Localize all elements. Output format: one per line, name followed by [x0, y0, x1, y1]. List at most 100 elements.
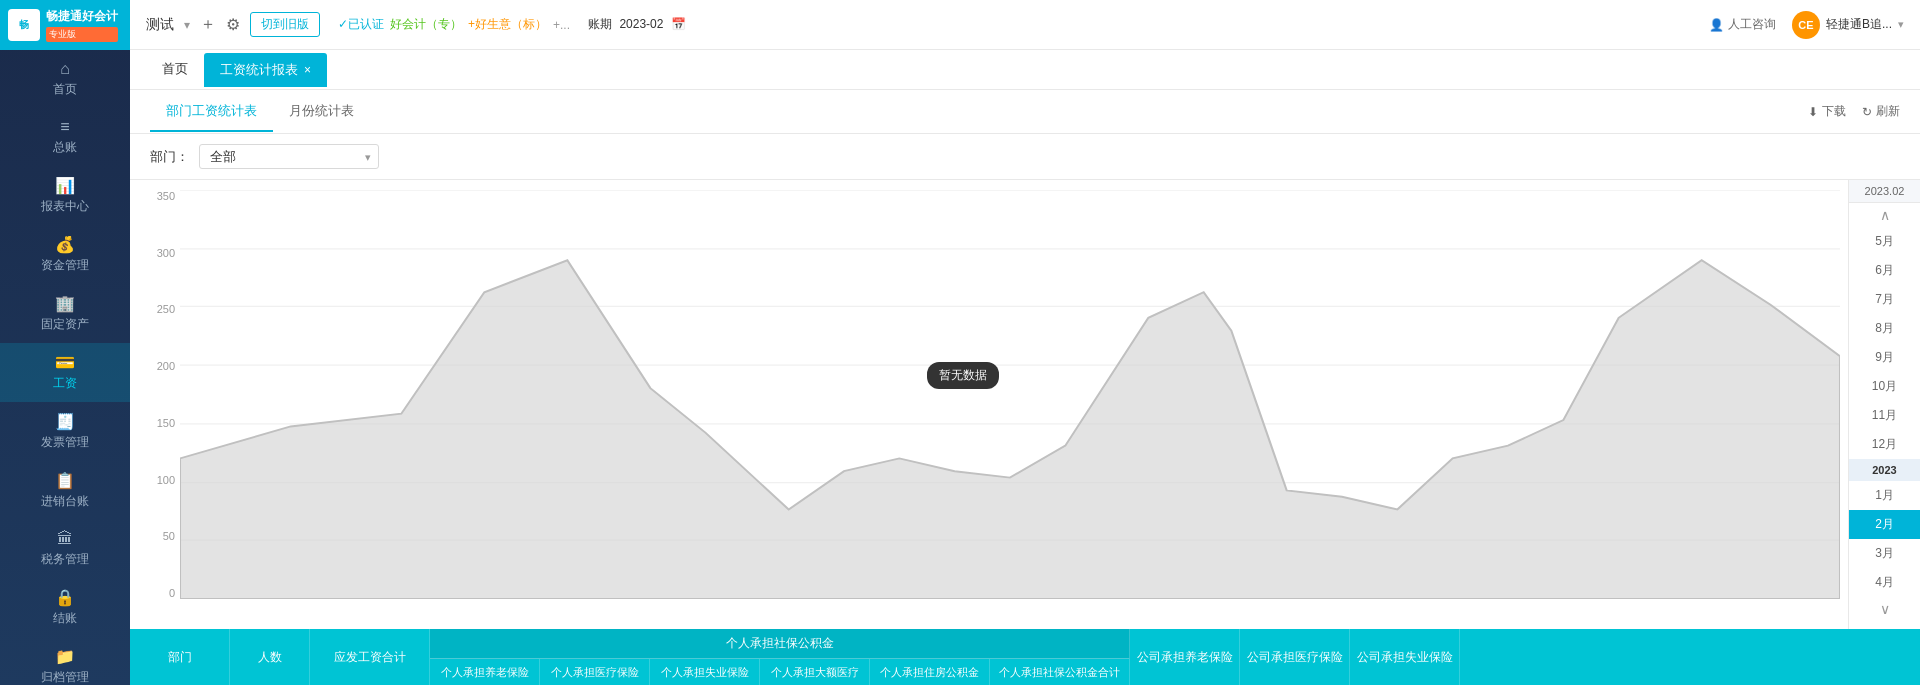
switch-old-version-button[interactable]: 切到旧版: [250, 12, 320, 37]
date-month-11[interactable]: 11月: [1849, 401, 1920, 430]
app-logo: 畅 畅捷通好会计 专业版: [0, 0, 130, 50]
date-month-12[interactable]: 12月: [1849, 430, 1920, 459]
topbar-status: ✓已认证 好会计（专） +好生意（标） +...: [338, 16, 570, 33]
date-panel-prev[interactable]: ∧: [1849, 203, 1920, 227]
tab-salary-report[interactable]: 工资统计报表 ×: [204, 53, 327, 87]
y-label-50: 50: [140, 530, 175, 542]
filter-row: 部门： 全部 部门1 部门2 ▾: [130, 134, 1920, 180]
sidebar-item-funds[interactable]: 💰 资金管理: [0, 225, 130, 284]
col-count: 人数: [230, 629, 310, 685]
tab-dept-salary[interactable]: 部门工资统计表: [150, 92, 273, 132]
ledger-icon: ≡: [60, 118, 69, 136]
date-month-9[interactable]: 9月: [1849, 343, 1920, 372]
date-panel-next[interactable]: ∨: [1849, 597, 1920, 621]
col-major-medical-personal: 个人承担大额医疗: [760, 659, 870, 685]
download-button[interactable]: ⬇ 下载: [1808, 103, 1846, 120]
help-icon: 👤: [1709, 18, 1724, 32]
sidebar-nav: ⌂ 首页 ≡ 总账 📊 报表中心 💰 资金管理 🏢 固定资产 💳 工资 🧾 发票…: [0, 50, 130, 685]
col-unemployment-company: 公司承担失业保险: [1350, 629, 1460, 685]
sidebar-item-ledger[interactable]: ≡ 总账: [0, 108, 130, 166]
sidebar-item-sales[interactable]: 📋 进销台账: [0, 461, 130, 520]
help-button[interactable]: 👤 人工咨询: [1709, 16, 1776, 33]
topbar-add-button[interactable]: ＋: [200, 14, 216, 35]
col-unemployment-personal: 个人承担失业保险: [650, 659, 760, 685]
sidebar-item-reports[interactable]: 📊 报表中心: [0, 166, 130, 225]
col-medical-company: 公司承担医疗保险: [1240, 629, 1350, 685]
home-icon: ⌂: [60, 60, 70, 78]
tab-close-button[interactable]: ×: [304, 63, 311, 77]
tab-bar: 首页 工资统计报表 ×: [130, 50, 1920, 90]
date-month-7[interactable]: 7月: [1849, 285, 1920, 314]
y-label-250: 250: [140, 303, 175, 315]
date-panel[interactable]: 2023.02 ∧ 5月 6月 7月 8月 9月 10月 11月 12月 202…: [1848, 180, 1920, 629]
date-month-8[interactable]: 8月: [1849, 314, 1920, 343]
invoice-icon: 🧾: [55, 412, 75, 431]
calendar-icon[interactable]: 📅: [671, 17, 686, 31]
closing-icon: 🔒: [55, 588, 75, 607]
area-chart: [180, 190, 1840, 599]
sub-tab-bar: 部门工资统计表 月份统计表 ⬇ 下载 ↻ 刷新: [130, 90, 1920, 134]
user-menu[interactable]: CE 轻捷通B追... ▾: [1792, 11, 1904, 39]
date-month-4[interactable]: 4月: [1849, 568, 1920, 597]
date-month-6[interactable]: 6月: [1849, 256, 1920, 285]
chart-svg-container: 暂无数据: [180, 190, 1840, 599]
period-label: 账期 2023-02 📅: [588, 16, 686, 33]
y-label-100: 100: [140, 474, 175, 486]
more-status: +...: [553, 18, 570, 32]
tab-home[interactable]: 首页: [146, 52, 204, 88]
date-month-1[interactable]: 1月: [1849, 481, 1920, 510]
col-dept: 部门: [130, 629, 230, 685]
y-axis: 0 50 100 150 200 250 300 350: [140, 190, 175, 599]
download-icon: ⬇: [1808, 105, 1818, 119]
good-biz-status: +好生意（标）: [468, 16, 547, 33]
sidebar-item-invoice[interactable]: 🧾 发票管理: [0, 402, 130, 461]
refresh-button[interactable]: ↻ 刷新: [1862, 103, 1900, 120]
chart-area: 0 50 100 150 200 250 300 350: [130, 180, 1920, 629]
assets-icon: 🏢: [55, 294, 75, 313]
topbar: 测试 ▾ ＋ ⚙ 切到旧版 ✓已认证 好会计（专） +好生意（标） +... 账…: [130, 0, 1920, 50]
logo-icon: 畅: [8, 9, 40, 41]
col-group-social: 个人承担社保公积金 个人承担养老保险 个人承担医疗保险 个人承担失业保险 个人承…: [430, 629, 1130, 685]
date-month-10[interactable]: 10月: [1849, 372, 1920, 401]
good-accounting-status: 好会计（专）: [390, 16, 462, 33]
topbar-dropdown-arrow[interactable]: ▾: [184, 18, 190, 32]
date-month-5[interactable]: 5月: [1849, 227, 1920, 256]
col-total-personal: 个人承担社保公积金合计: [990, 659, 1130, 685]
archive-icon: 📁: [55, 647, 75, 666]
certified-status: ✓已认证: [338, 16, 384, 33]
funds-icon: 💰: [55, 235, 75, 254]
topbar-settings-button[interactable]: ⚙: [226, 15, 240, 34]
sidebar-item-tax[interactable]: 🏛 税务管理: [0, 520, 130, 578]
sidebar: 畅 畅捷通好会计 专业版 ⌂ 首页 ≡ 总账 📊 报表中心 💰 资金管理 🏢 固…: [0, 0, 130, 685]
tab-monthly-salary[interactable]: 月份统计表: [273, 92, 370, 132]
main-area: 测试 ▾ ＋ ⚙ 切到旧版 ✓已认证 好会计（专） +好生意（标） +... 账…: [130, 0, 1920, 685]
reports-icon: 📊: [55, 176, 75, 195]
page-content: 部门工资统计表 月份统计表 ⬇ 下载 ↻ 刷新 部门：: [130, 90, 1920, 685]
date-month-2-active[interactable]: 2月: [1849, 510, 1920, 539]
date-month-3[interactable]: 3月: [1849, 539, 1920, 568]
sidebar-item-assets[interactable]: 🏢 固定资产: [0, 284, 130, 343]
col-pension-company: 公司承担养老保险: [1130, 629, 1240, 685]
sidebar-item-home[interactable]: ⌂ 首页: [0, 50, 130, 108]
avatar: CE: [1792, 11, 1820, 39]
logo-text: 畅捷通好会计 专业版: [46, 8, 118, 42]
table-header: 部门 人数 应发工资合计 个人承担社保公积金 个人承担养老保险 个人承担医疗保险…: [130, 629, 1920, 685]
y-label-0: 0: [140, 587, 175, 599]
sub-tabs-left: 部门工资统计表 月份统计表: [150, 92, 370, 132]
dept-filter-label: 部门：: [150, 148, 189, 166]
topbar-right: 👤 人工咨询 CE 轻捷通B追... ▾: [1709, 11, 1904, 39]
dept-filter-select[interactable]: 全部 部门1 部门2: [199, 144, 379, 169]
tax-icon: 🏛: [57, 530, 73, 548]
col-group-subs: 个人承担养老保险 个人承担医疗保险 个人承担失业保险 个人承担大额医疗 个人承担…: [430, 659, 1130, 685]
dept-filter-wrap: 全部 部门1 部门2 ▾: [199, 144, 379, 169]
sales-icon: 📋: [55, 471, 75, 490]
chart-date-area: 0 50 100 150 200 250 300 350: [130, 180, 1920, 629]
sidebar-item-closing[interactable]: 🔒 结账: [0, 578, 130, 637]
user-dropdown-arrow: ▾: [1898, 18, 1904, 31]
col-medical-personal: 个人承担医疗保险: [540, 659, 650, 685]
refresh-icon: ↻: [1862, 105, 1872, 119]
col-housing-fund-personal: 个人承担住房公积金: [870, 659, 990, 685]
date-year-2023: 2023: [1849, 459, 1920, 481]
sidebar-item-salary[interactable]: 💳 工资: [0, 343, 130, 402]
sidebar-item-archive[interactable]: 📁 归档管理: [0, 637, 130, 685]
